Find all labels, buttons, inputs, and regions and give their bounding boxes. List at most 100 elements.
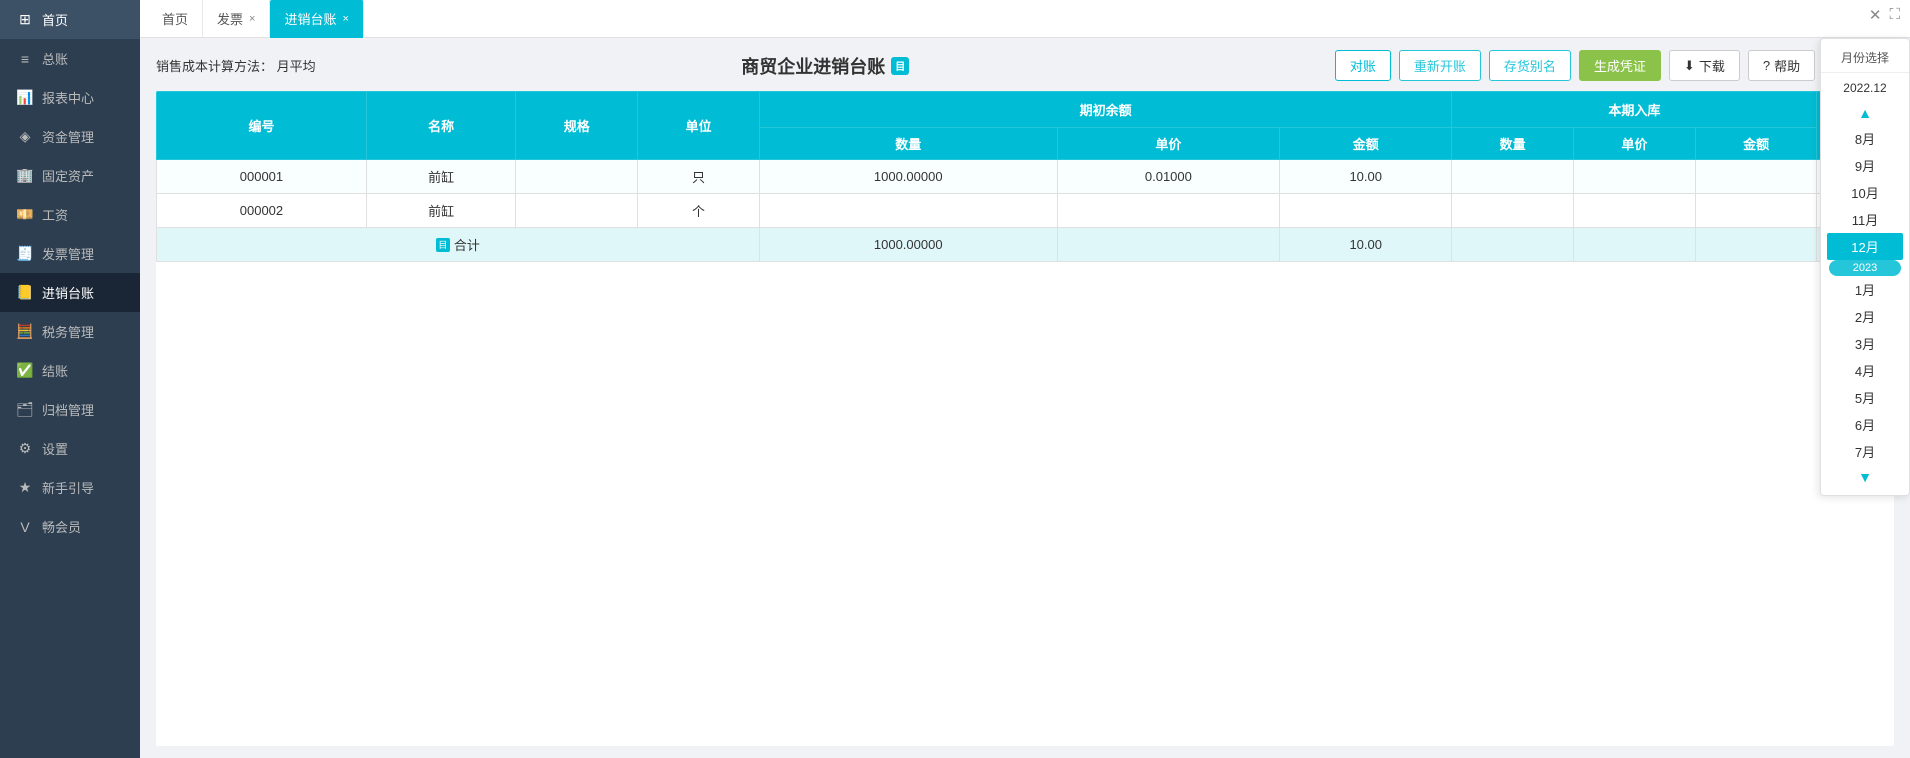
col-header-unit: 单位 [638, 92, 760, 160]
cell-opening-price-2 [1057, 194, 1279, 228]
sidebar-item-label: 首页 [42, 10, 68, 29]
sidebar-item-fixed-assets[interactable]: 🏢 固定资产 [0, 156, 140, 195]
total-opening-amount: 10.00 [1280, 228, 1452, 262]
page-title: 商贸企业进销台账 目 [741, 53, 909, 79]
cell-inbound-amount-1 [1695, 160, 1817, 194]
sidebar-item-invoice[interactable]: 🧾 发票管理 [0, 234, 140, 273]
title-info-icon[interactable]: 目 [891, 57, 909, 75]
current-year-display: 2022.12 [1821, 77, 1909, 101]
month-item-9[interactable]: 9月 [1821, 152, 1909, 179]
sidebar-item-label: 资金管理 [42, 127, 94, 146]
tab-home[interactable]: 首页 [148, 0, 203, 38]
sidebar-item-general-ledger[interactable]: ≡ 总账 [0, 39, 140, 78]
sidebar-item-archive[interactable]: 🗂 归档管理 [0, 390, 140, 429]
cell-inbound-price-1 [1574, 160, 1696, 194]
sidebar-item-settings[interactable]: ⚙ 设置 [0, 429, 140, 468]
checkout-icon: ✅ [16, 362, 34, 379]
content-area: 销售成本计算方法： 月平均 商贸企业进销台账 目 对账 重新开账 存货别名 生成… [140, 38, 1910, 758]
total-text: 合计 [454, 235, 480, 254]
sidebar-item-label: 报表中心 [42, 88, 94, 107]
col-header-name: 名称 [366, 92, 516, 160]
cell-id-2: 000002 [157, 194, 367, 228]
sidebar-item-label: 税务管理 [42, 322, 94, 341]
sidebar-item-tax[interactable]: 🧮 税务管理 [0, 312, 140, 351]
tab-invoice-label: 发票 [217, 9, 243, 28]
download-icon: ⬇ [1684, 58, 1695, 74]
month-nav-up-button[interactable]: ▲ [1855, 103, 1875, 123]
month-item-10[interactable]: 10月 [1821, 179, 1909, 206]
page-title-text: 商贸企业进销台账 [741, 53, 885, 79]
sidebar-item-label: 畅会员 [42, 517, 81, 536]
sidebar-item-label: 工资 [42, 205, 68, 224]
reconcile-button[interactable]: 对账 [1335, 50, 1391, 81]
cell-inbound-qty-2 [1452, 194, 1574, 228]
cell-spec-2 [516, 194, 638, 228]
cell-opening-price-1: 0.01000 [1057, 160, 1279, 194]
month-nav-up: ▲ [1821, 101, 1909, 125]
total-icon: 目 [436, 238, 450, 252]
month-nav-down: ▼ [1821, 465, 1909, 489]
sidebar-item-home[interactable]: ⊞ 首页 [0, 0, 140, 39]
cell-name-2: 前缸 [366, 194, 516, 228]
tab-invoice-close[interactable]: × [249, 13, 255, 25]
generate-voucher-button[interactable]: 生成凭证 [1579, 50, 1661, 81]
cost-method-label: 销售成本计算方法： [156, 59, 273, 74]
total-inbound-price [1574, 228, 1696, 262]
close-button[interactable]: ✕ [1869, 6, 1882, 24]
fixed-assets-icon: 🏢 [16, 167, 34, 184]
col-header-inbound: 本期入库 [1452, 92, 1817, 128]
month-item-2023-1[interactable]: 1月 [1821, 276, 1909, 303]
month-item-8[interactable]: 8月 [1821, 125, 1909, 152]
cell-id-1: 000001 [157, 160, 367, 194]
col-sub-opening-amount: 金额 [1280, 128, 1452, 160]
save-alias-button[interactable]: 存货别名 [1489, 50, 1571, 81]
sidebar-item-guide[interactable]: ★ 新手引导 [0, 468, 140, 507]
month-item-2023-2[interactable]: 2月 [1821, 303, 1909, 330]
sidebar-item-salary[interactable]: 💴 工资 [0, 195, 140, 234]
invoice-icon: 🧾 [16, 245, 34, 262]
toolbar: 对账 重新开账 存货别名 生成凭证 ⬇ 下载 ? 帮助 ↻ 刷新 [1335, 50, 1894, 81]
tax-icon: 🧮 [16, 323, 34, 340]
month-item-2023-6[interactable]: 6月 [1821, 411, 1909, 438]
table-wrapper: 编号 名称 规格 单位 期初余额 本期入库 数 数量 单价 金额 数量 单价 [156, 91, 1894, 746]
sidebar-item-fund-management[interactable]: ◈ 资金管理 [0, 117, 140, 156]
col-header-opening: 期初余额 [759, 92, 1451, 128]
cell-opening-qty-2 [759, 194, 1057, 228]
cell-inbound-price-2 [1574, 194, 1696, 228]
sidebar-item-report-center[interactable]: 📊 报表中心 [0, 78, 140, 117]
sidebar-item-vip[interactable]: V 畅会员 [0, 507, 140, 546]
col-header-spec: 规格 [516, 92, 638, 160]
total-label-cell: 目 合计 [157, 228, 760, 262]
download-button[interactable]: ⬇ 下载 [1669, 50, 1740, 81]
sidebar-item-label: 发票管理 [42, 244, 94, 263]
cell-inbound-qty-1 [1452, 160, 1574, 194]
month-item-12[interactable]: 12月 [1827, 233, 1903, 260]
tab-purchase-sales-close[interactable]: × [342, 13, 348, 25]
maximize-button[interactable]: ⛶ [1889, 6, 1900, 24]
total-inbound-amount [1695, 228, 1817, 262]
fund-icon: ◈ [16, 128, 34, 145]
sidebar-item-label: 结账 [42, 361, 68, 380]
tab-bar: 首页 发票 × 进销台账 × [140, 0, 1910, 38]
month-item-2023-5[interactable]: 5月 [1821, 384, 1909, 411]
guide-icon: ★ [16, 479, 34, 496]
main-area: ✕ ⛶ 首页 发票 × 进销台账 × 销售成本计算方法： 月平均 商贸企业进销台… [140, 0, 1910, 758]
sidebar-item-label: 总账 [42, 49, 68, 68]
help-button[interactable]: ? 帮助 [1748, 50, 1815, 81]
month-item-2023-3[interactable]: 3月 [1821, 330, 1909, 357]
cell-opening-qty-1: 1000.00000 [759, 160, 1057, 194]
general-ledger-icon: ≡ [16, 51, 34, 67]
top-bar: 销售成本计算方法： 月平均 商贸企业进销台账 目 对账 重新开账 存货别名 生成… [156, 50, 1894, 81]
tab-purchase-sales[interactable]: 进销台账 × [270, 0, 363, 38]
month-item-2023-4[interactable]: 4月 [1821, 357, 1909, 384]
sidebar-item-purchase-sales[interactable]: 📒 进销台账 [0, 273, 140, 312]
tab-invoice[interactable]: 发票 × [203, 0, 270, 38]
month-item-2023-7[interactable]: 7月 [1821, 438, 1909, 465]
cell-unit-2: 个 [638, 194, 760, 228]
month-nav-down-button[interactable]: ▼ [1855, 467, 1875, 487]
cell-name-1: 前缸 [366, 160, 516, 194]
year-2023-tag: 2023 [1829, 260, 1901, 276]
month-item-11[interactable]: 11月 [1821, 206, 1909, 233]
reopen-button[interactable]: 重新开账 [1399, 50, 1481, 81]
sidebar-item-checkout[interactable]: ✅ 结账 [0, 351, 140, 390]
